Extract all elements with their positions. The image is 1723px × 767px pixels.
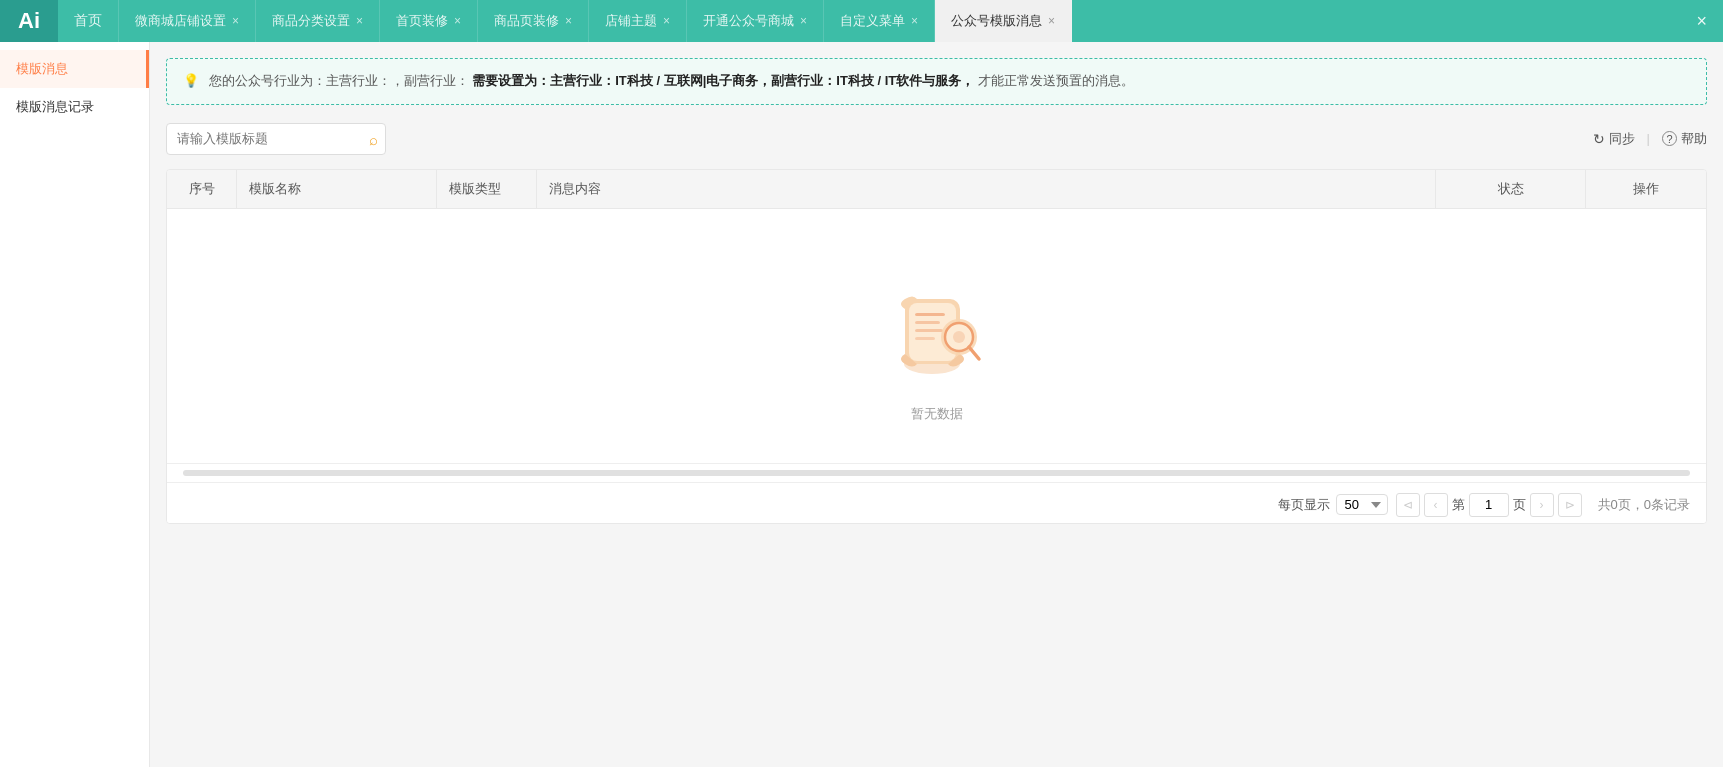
tab-template-msg-close[interactable]: × [1048, 14, 1055, 28]
help-label: 帮助 [1681, 130, 1707, 148]
sync-label: 同步 [1609, 130, 1635, 148]
tab-custom-menu-label: 自定义菜单 [840, 12, 905, 30]
sidebar-item-template-msg[interactable]: 模版消息 [0, 50, 149, 88]
tab-custom-menu[interactable]: 自定义菜单 × [824, 0, 935, 42]
page-size-label: 每页显示 [1278, 496, 1330, 514]
tab-bar: Ai 首页 微商城店铺设置 × 商品分类设置 × 首页装修 × 商品页装修 × … [0, 0, 1723, 42]
search-actions: ↻ 同步 | ? 帮助 [1593, 130, 1707, 148]
page-first-button[interactable]: ⊲ [1396, 493, 1420, 517]
tab-product-decorate[interactable]: 商品页装修 × [478, 0, 589, 42]
page-unit: 页 [1513, 496, 1526, 514]
page-next-button[interactable]: › [1530, 493, 1554, 517]
data-table: 序号 模版名称 模版类型 消息内容 状态 操作 [166, 169, 1707, 524]
tab-wshop-setting[interactable]: 微商城店铺设置 × [119, 0, 256, 42]
tab-home-decorate-close[interactable]: × [454, 14, 461, 28]
help-icon: ? [1662, 131, 1677, 146]
tab-shop-theme-close[interactable]: × [663, 14, 670, 28]
sidebar: 模版消息 模版消息记录 [0, 42, 150, 767]
tab-product-decorate-close[interactable]: × [565, 14, 572, 28]
search-input[interactable] [166, 123, 386, 155]
scrollbar-track[interactable] [183, 470, 1690, 476]
page-prev-button[interactable]: ‹ [1424, 493, 1448, 517]
th-type: 模版类型 [437, 170, 537, 208]
notice-highlight-text: 需要设置为：主营行业：IT科技 / 互联网|电子商务，副营行业：IT科技 / I… [472, 73, 974, 88]
sidebar-item-template-msg-records[interactable]: 模版消息记录 [0, 88, 149, 126]
page-number-input[interactable] [1469, 493, 1509, 517]
tab-open-wechat-shop-close[interactable]: × [800, 14, 807, 28]
page-size-dropdown[interactable]: 10 20 50 100 [1336, 494, 1388, 515]
tab-custom-menu-close[interactable]: × [911, 14, 918, 28]
search-icon[interactable]: ⌕ [369, 130, 378, 147]
tab-home-decorate-label: 首页装修 [396, 12, 448, 30]
notice-box: 💡 您的公众号行业为：主营行业：，副营行业： 需要设置为：主营行业：IT科技 /… [166, 58, 1707, 105]
table-header: 序号 模版名称 模版类型 消息内容 状态 操作 [167, 170, 1706, 209]
svg-rect-3 [915, 313, 945, 316]
main-layout: 模版消息 模版消息记录 💡 您的公众号行业为：主营行业：，副营行业： 需要设置为… [0, 42, 1723, 767]
help-button[interactable]: ? 帮助 [1662, 130, 1707, 148]
th-action: 操作 [1586, 170, 1706, 208]
tab-home-decorate[interactable]: 首页装修 × [380, 0, 478, 42]
main-content: 💡 您的公众号行业为：主营行业：，副营行业： 需要设置为：主营行业：IT科技 /… [150, 42, 1723, 767]
sync-button[interactable]: ↻ 同步 [1593, 130, 1635, 148]
tab-product-decorate-label: 商品页装修 [494, 12, 559, 30]
tab-shop-theme[interactable]: 店铺主题 × [589, 0, 687, 42]
th-name: 模版名称 [237, 170, 437, 208]
notice-icon: 💡 [183, 73, 199, 88]
tab-template-msg-label: 公众号模版消息 [951, 12, 1042, 30]
svg-rect-6 [915, 337, 935, 340]
tab-open-wechat-shop-label: 开通公众号商城 [703, 12, 794, 30]
page-nav: ⊲ ‹ 第 页 › ⊳ [1396, 493, 1582, 517]
svg-rect-5 [915, 329, 943, 332]
toolbar-divider: | [1647, 131, 1650, 146]
tab-open-wechat-shop[interactable]: 开通公众号商城 × [687, 0, 824, 42]
tab-bar-global-close[interactable]: × [1680, 11, 1723, 32]
svg-point-10 [953, 331, 965, 343]
svg-line-9 [969, 347, 979, 359]
pagination: 每页显示 10 20 50 100 ⊲ ‹ 第 页 [167, 482, 1706, 523]
empty-state: 暂无数据 [167, 209, 1706, 463]
notice-suffix-text: 才能正常发送预置的消息。 [978, 73, 1134, 88]
empty-illustration [877, 269, 997, 389]
search-bar: ⌕ ↻ 同步 | ? 帮助 [166, 123, 1707, 155]
tab-category-setting[interactable]: 商品分类设置 × [256, 0, 380, 42]
notice-prefix-text: 您的公众号行业为：主营行业：，副营行业： [209, 73, 469, 88]
tab-wshop-setting-label: 微商城店铺设置 [135, 12, 226, 30]
search-input-wrap: ⌕ [166, 123, 386, 155]
page-last-button[interactable]: ⊳ [1558, 493, 1582, 517]
page-label: 第 [1452, 496, 1465, 514]
tab-template-msg[interactable]: 公众号模版消息 × [935, 0, 1072, 42]
sidebar-item-template-msg-label: 模版消息 [16, 61, 68, 76]
scrollbar-wrap [167, 463, 1706, 482]
tab-home-label: 首页 [74, 12, 102, 30]
empty-text: 暂无数据 [911, 405, 963, 423]
app-logo: Ai [0, 0, 58, 42]
tab-home[interactable]: 首页 [58, 0, 119, 42]
page-size-select: 每页显示 10 20 50 100 [1278, 494, 1388, 515]
th-status: 状态 [1436, 170, 1586, 208]
th-content: 消息内容 [537, 170, 1436, 208]
th-seq: 序号 [167, 170, 237, 208]
sync-icon: ↻ [1593, 131, 1605, 147]
page-total-text: 共0页，0条记录 [1598, 496, 1690, 514]
tab-shop-theme-label: 店铺主题 [605, 12, 657, 30]
tab-wshop-setting-close[interactable]: × [232, 14, 239, 28]
tab-category-setting-label: 商品分类设置 [272, 12, 350, 30]
svg-rect-4 [915, 321, 940, 324]
tab-category-setting-close[interactable]: × [356, 14, 363, 28]
sidebar-item-template-msg-records-label: 模版消息记录 [16, 99, 94, 114]
